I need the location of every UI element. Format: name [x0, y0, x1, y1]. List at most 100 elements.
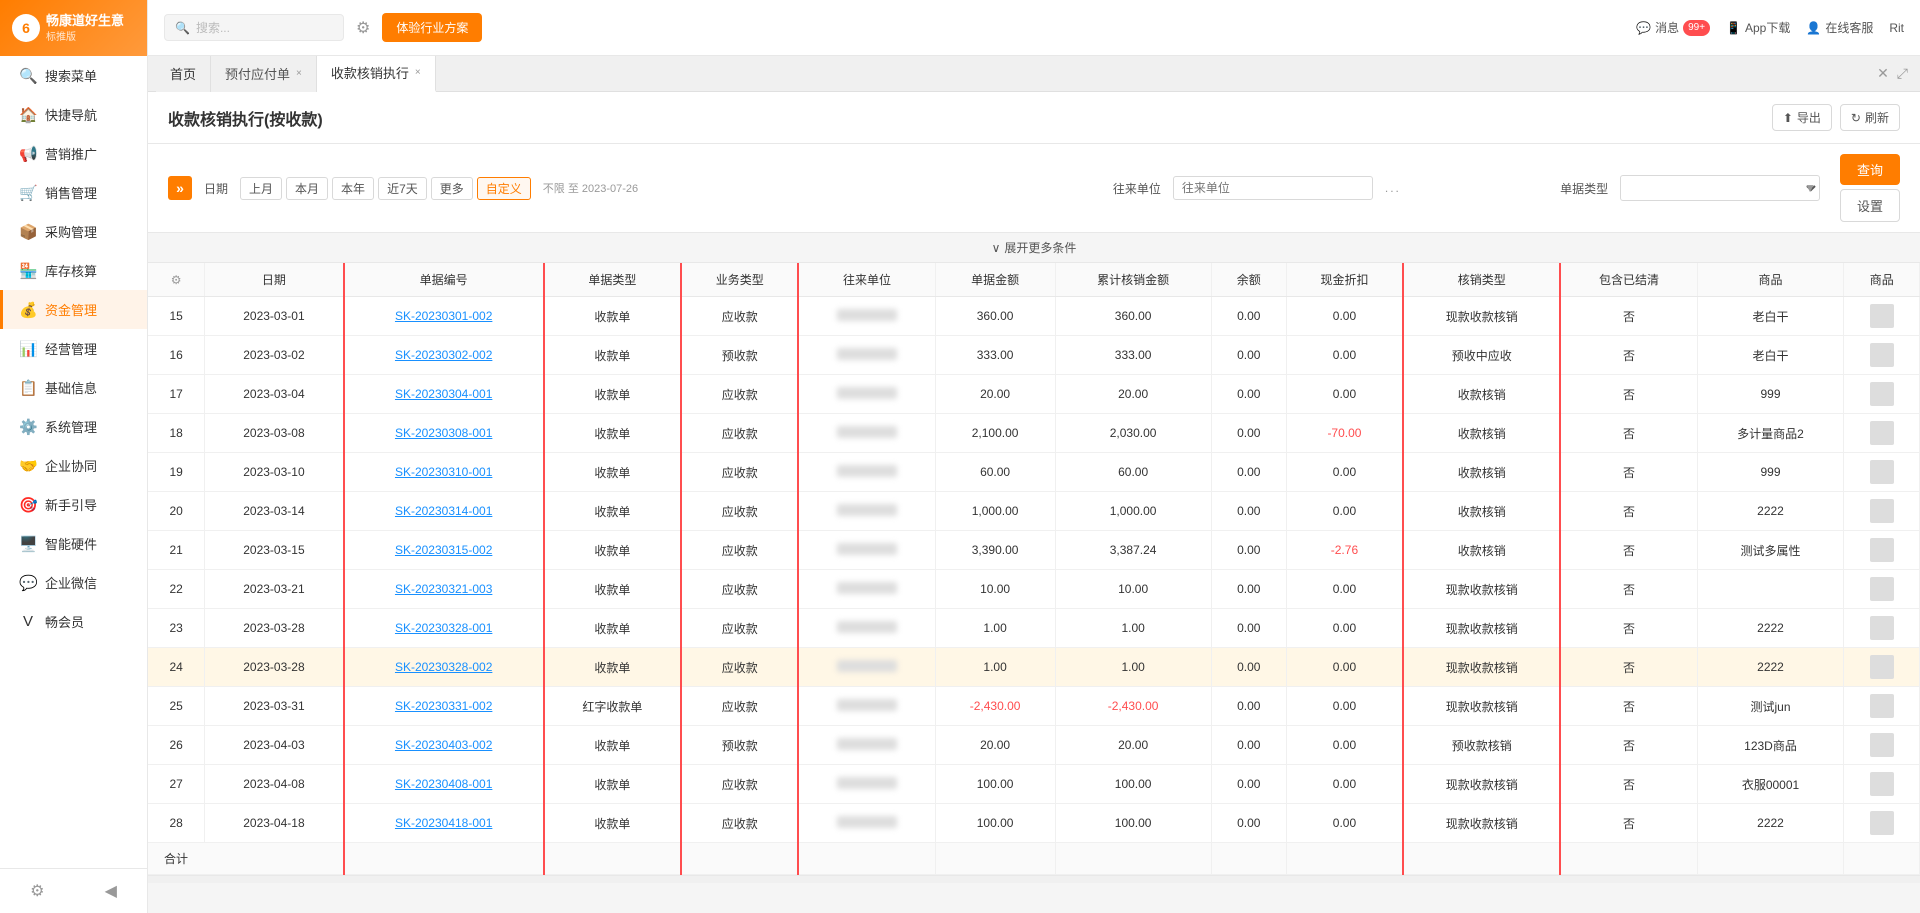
sidebar-item-search[interactable]: 🔍 搜索菜单 — [0, 56, 147, 95]
sidebar-item-operation[interactable]: 📊 经营管理 — [0, 329, 147, 368]
messages-button[interactable]: 💬 消息 99+ — [1636, 19, 1710, 36]
expand-conditions-button[interactable]: ∨ 展开更多条件 — [148, 233, 1920, 263]
sidebar-item-guide[interactable]: 🎯 新手引导 — [0, 485, 147, 524]
doc-no-link[interactable]: SK-20230315-002 — [395, 543, 492, 557]
doc-type-filter-select[interactable] — [1620, 175, 1820, 201]
prepay-tab-close[interactable]: × — [296, 68, 302, 79]
date-range-display: 不限 至 2023-07-26 — [543, 180, 638, 196]
tab-prepay[interactable]: 预付应付单 × — [211, 56, 317, 92]
date-this-month-button[interactable]: 本月 — [286, 177, 328, 200]
sidebar-item-system[interactable]: ⚙️ 系统管理 — [0, 407, 147, 446]
doc-no-link[interactable]: SK-20230301-002 — [395, 309, 492, 323]
td-accum-cancel: 360.00 — [1055, 297, 1211, 336]
th-date: 日期 — [205, 263, 344, 297]
td-balance: 0.00 — [1211, 531, 1286, 570]
online-service-button[interactable]: 👤 在线客服 — [1806, 19, 1873, 36]
doc-no-link[interactable]: SK-20230331-002 — [395, 699, 492, 713]
td-date: 2023-03-28 — [205, 609, 344, 648]
solution-button[interactable]: 体验行业方案 — [382, 13, 482, 42]
td-goods — [1697, 570, 1844, 609]
td-accum-cancel: 333.00 — [1055, 336, 1211, 375]
sidebar-item-purchase[interactable]: 📦 采购管理 — [0, 212, 147, 251]
td-doc-amount: 1,000.00 — [935, 492, 1055, 531]
doc-no-link[interactable]: SK-20230321-003 — [395, 582, 492, 596]
tab-home[interactable]: 首页 — [156, 56, 211, 92]
sidebar-collapse-button[interactable]: ◀ — [97, 877, 125, 905]
td-total-doc-type — [544, 843, 681, 875]
export-button[interactable]: ⬆ 导出 — [1772, 104, 1832, 131]
corp-icon: 🤝 — [19, 457, 37, 475]
td-partner — [798, 648, 935, 687]
sidebar-item-hardware[interactable]: 🖥️ 智能硬件 — [0, 524, 147, 563]
doc-no-link[interactable]: SK-20230314-001 — [395, 504, 492, 518]
partner-value — [837, 543, 897, 555]
table-row: 15 2023-03-01 SK-20230301-002 收款单 应收款 36… — [148, 297, 1920, 336]
sidebar-item-inventory[interactable]: 🏪 库存核算 — [0, 251, 147, 290]
td-doc-no: SK-20230408-001 — [344, 765, 544, 804]
date-last-month-button[interactable]: 上月 — [240, 177, 282, 200]
filter-toggle-button[interactable]: » — [168, 176, 192, 200]
td-cancel-type: 收款核销 — [1403, 531, 1561, 570]
refresh-button[interactable]: ↻ 刷新 — [1840, 104, 1900, 131]
sidebar-item-basic[interactable]: 📋 基础信息 — [0, 368, 147, 407]
sidebar-item-corp[interactable]: 🤝 企业协同 — [0, 446, 147, 485]
partner-filter-input[interactable] — [1173, 176, 1373, 200]
sidebar-item-finance[interactable]: 💰 资金管理 — [0, 290, 147, 329]
tab-close-icon[interactable]: ✕ — [1877, 65, 1889, 82]
sidebar-item-wechat[interactable]: 💬 企业微信 — [0, 563, 147, 602]
td-partner — [798, 726, 935, 765]
th-doc-amount: 单据金额 — [935, 263, 1055, 297]
td-doc-type: 收款单 — [544, 414, 681, 453]
td-accum-cancel: 100.00 — [1055, 804, 1211, 843]
td-biz-type: 应收款 — [681, 609, 798, 648]
doc-no-link[interactable]: SK-20230304-001 — [395, 387, 492, 401]
tab-expand-icon[interactable]: ⤢ — [1897, 65, 1908, 82]
td-date: 2023-04-03 — [205, 726, 344, 765]
doc-no-link[interactable]: SK-20230302-002 — [395, 348, 492, 362]
doc-no-link[interactable]: SK-20230328-002 — [395, 660, 492, 674]
main-area: 🔍 搜索... ⚙ 体验行业方案 💬 消息 99+ 📱 App下载 👤 在线客服… — [148, 0, 1920, 913]
date-last-7days-button[interactable]: 近7天 — [378, 177, 427, 200]
sidebar-item-marketing[interactable]: 📢 营销推广 — [0, 134, 147, 173]
column-settings-icon[interactable]: ⚙ — [171, 273, 182, 287]
doc-no-link[interactable]: SK-20230408-001 — [395, 777, 492, 791]
date-this-year-button[interactable]: 本年 — [332, 177, 374, 200]
sidebar-item-label: 经营管理 — [45, 339, 97, 358]
doc-no-link[interactable]: SK-20230418-001 — [395, 816, 492, 830]
sidebar-item-quick-nav[interactable]: 🏠 快捷导航 — [0, 95, 147, 134]
doc-no-link[interactable]: SK-20230328-001 — [395, 621, 492, 635]
setting-button[interactable]: 设置 — [1840, 189, 1900, 222]
td-doc-type: 红字收款单 — [544, 687, 681, 726]
table-total-row: 合计 — [148, 843, 1920, 875]
app-download-button[interactable]: 📱 App下载 — [1726, 19, 1790, 36]
partner-value — [837, 309, 897, 321]
user-name: Rit — [1889, 21, 1904, 35]
td-no: 16 — [148, 336, 205, 375]
home-icon: 🏠 — [19, 106, 37, 124]
sidebar-item-member[interactable]: V 畅会员 — [0, 602, 147, 641]
doc-no-link[interactable]: SK-20230403-002 — [395, 738, 492, 752]
topbar: 🔍 搜索... ⚙ 体验行业方案 💬 消息 99+ 📱 App下载 👤 在线客服… — [148, 0, 1920, 56]
sidebar-bottom: ⚙ ◀ — [0, 868, 147, 913]
date-more-button[interactable]: 更多 — [431, 177, 473, 200]
sidebar-settings-button[interactable]: ⚙ — [22, 877, 52, 905]
doc-no-link[interactable]: SK-20230310-001 — [395, 465, 492, 479]
query-button[interactable]: 查询 — [1840, 154, 1900, 185]
sidebar-item-label: 库存核算 — [45, 261, 97, 280]
td-include-cleared: 否 — [1560, 453, 1697, 492]
td-include-cleared: 否 — [1560, 765, 1697, 804]
data-table: ⚙ 日期 单据编号 单据类型 业务类型 往来单位 单据金额 累计核销金额 余额 … — [148, 263, 1920, 875]
table-row: 17 2023-03-04 SK-20230304-001 收款单 应收款 20… — [148, 375, 1920, 414]
sidebar-item-sales[interactable]: 🛒 销售管理 — [0, 173, 147, 212]
topbar-gear-icon[interactable]: ⚙ — [356, 18, 370, 38]
td-accum-cancel: 2,030.00 — [1055, 414, 1211, 453]
tabbar: 首页 预付应付单 × 收款核销执行 × ✕ ⤢ — [148, 56, 1920, 92]
tab-collection[interactable]: 收款核销执行 × — [317, 56, 436, 92]
topbar-search-box[interactable]: 🔍 搜索... — [164, 14, 344, 41]
date-custom-button[interactable]: 自定义 — [477, 177, 531, 200]
doc-no-link[interactable]: SK-20230308-001 — [395, 426, 492, 440]
collection-tab-close[interactable]: × — [415, 67, 421, 78]
table-scroll-bar[interactable] — [148, 875, 1920, 883]
td-goods: 2222 — [1697, 648, 1844, 687]
th-settings[interactable]: ⚙ — [148, 263, 205, 297]
